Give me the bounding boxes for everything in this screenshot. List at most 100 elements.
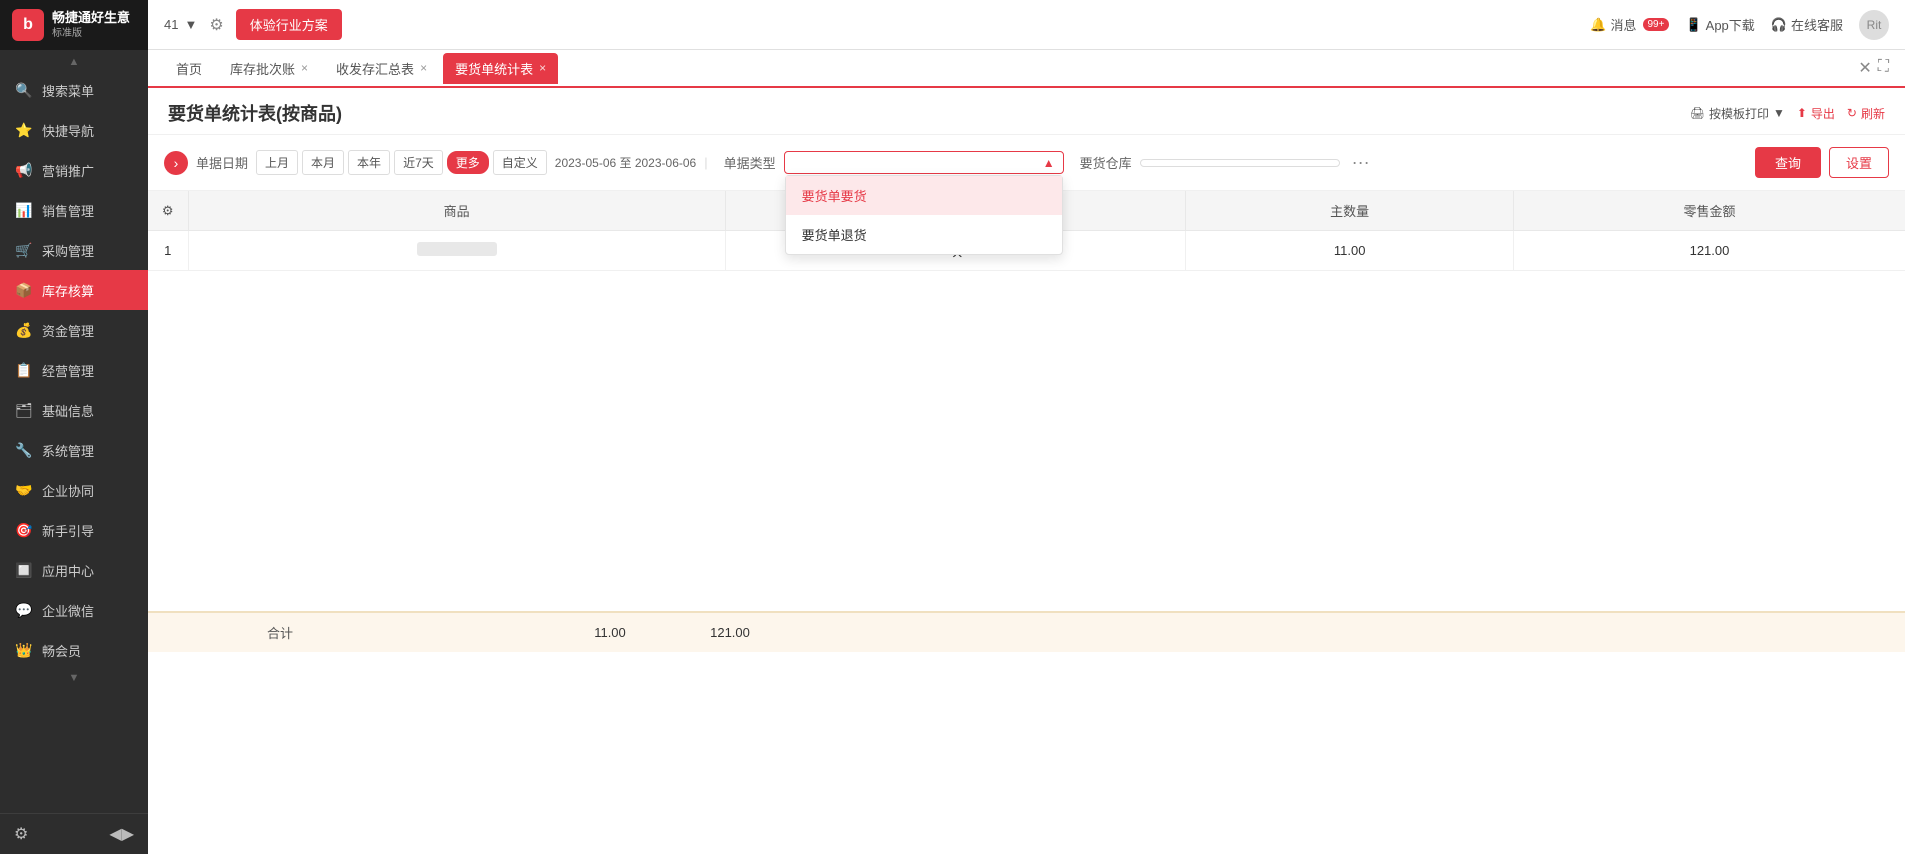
sidebar-item-guide[interactable]: 🎯 新手引导 <box>0 510 148 550</box>
scroll-up-btn[interactable]: ▲ <box>0 54 148 70</box>
scroll-down-btn[interactable]: ▼ <box>0 670 148 686</box>
star-icon: ⭐ <box>14 120 34 140</box>
money-icon: 💰 <box>14 320 34 340</box>
topbar-left: 41 ▼ ⚙ 体验行业方案 <box>164 9 342 40</box>
store-selector[interactable]: 41 ▼ <box>164 17 197 32</box>
tab-close-inventory-batch[interactable]: × <box>301 62 308 74</box>
date-btn-more[interactable]: 更多 <box>447 151 489 174</box>
sidebar-item-cooperation[interactable]: 🤝 企业协同 <box>0 470 148 510</box>
sidebar-item-sales[interactable]: 📊 销售管理 <box>0 190 148 230</box>
phone-icon: 📱 <box>1685 17 1701 33</box>
target-icon: 🎯 <box>14 520 34 540</box>
export-btn[interactable]: ⬆ 导出 <box>1797 105 1835 122</box>
bell-icon: 🔔 <box>1590 17 1606 33</box>
headset-icon: 🎧 <box>1771 17 1787 33</box>
messages-btn[interactable]: 🔔 消息 99+ <box>1590 15 1669 34</box>
filter-expand-btn[interactable]: › <box>164 151 188 175</box>
settings-icon[interactable]: ⚙ <box>14 824 28 844</box>
trial-button[interactable]: 体验行业方案 <box>236 9 342 40</box>
sidebar-item-apps[interactable]: 🔲 应用中心 <box>0 550 148 590</box>
tabs-bar: 首页 库存批次账 × 收发存汇总表 × 要货单统计表 × ✕ ⛶ <box>148 50 1905 88</box>
page-title: 要货单统计表(按商品) <box>168 100 342 126</box>
page-content: 要货单统计表(按商品) 🖨 按模板打印 ▼ ⬆ 导出 ↻ 刷新 <box>148 88 1905 854</box>
print-arrow-icon: ▼ <box>1773 106 1785 120</box>
filter-actions: 查询 设置 <box>1755 147 1889 178</box>
tab-collect-report[interactable]: 收发存汇总表 × <box>324 53 439 84</box>
search-icon: 🔍 <box>14 80 34 100</box>
sidebar-item-quick-nav[interactable]: ⭐ 快捷导航 <box>0 110 148 150</box>
print-btn[interactable]: 🖨 按模板打印 ▼ <box>1690 105 1785 122</box>
tab-home[interactable]: 首页 <box>164 53 214 84</box>
sidebar-item-member[interactable]: 👑 畅会员 <box>0 630 148 670</box>
printer-icon: 🖨 <box>1690 106 1705 120</box>
type-label: 单据类型 <box>724 153 776 172</box>
wrench-icon: 🔧 <box>14 440 34 460</box>
row-product <box>188 231 725 271</box>
date-btn-this-year[interactable]: 本年 <box>348 150 390 175</box>
sidebar-item-finance[interactable]: 💰 资金管理 <box>0 310 148 350</box>
query-button[interactable]: 查询 <box>1755 147 1821 178</box>
footer-label: 合计 <box>160 623 400 642</box>
sidebar-item-system[interactable]: 🔧 系统管理 <box>0 430 148 470</box>
date-btn-custom[interactable]: 自定义 <box>493 150 547 175</box>
sidebar-item-inventory[interactable]: 📦 库存核算 <box>0 270 148 310</box>
app-download-btn[interactable]: 📱 App下载 <box>1685 15 1754 34</box>
dropdown-item-order-return[interactable]: 要货单退货 <box>786 215 1062 254</box>
refresh-btn[interactable]: ↻ 刷新 <box>1847 105 1885 122</box>
sidebar: b 畅捷通好生意 标准版 ▲ 🔍 搜索菜单 ⭐ 快捷导航 📢 营销推广 📊 销售… <box>0 0 148 854</box>
main-content: 41 ▼ ⚙ 体验行业方案 🔔 消息 99+ 📱 App下载 🎧 在线客服 Ri… <box>148 0 1905 854</box>
row-amount: 121.00 <box>1513 231 1905 271</box>
date-range-text: 2023-05-06 至 2023-06-06 <box>555 154 696 171</box>
dropdown-item-order-goods[interactable]: 要货单要货 <box>786 176 1062 215</box>
warehouse-input[interactable] <box>1140 159 1340 167</box>
refresh-icon: ↻ <box>1847 106 1857 120</box>
tab-inventory-batch[interactable]: 库存批次账 × <box>218 53 320 84</box>
table-footer: 合计 11.00 121.00 <box>148 611 1905 652</box>
app-logo: b <box>12 9 44 41</box>
topbar: 41 ▼ ⚙ 体验行业方案 🔔 消息 99+ 📱 App下载 🎧 在线客服 Ri… <box>148 0 1905 50</box>
gear-icon[interactable]: ⚙ <box>209 15 223 35</box>
type-arrow-up-icon[interactable]: ▲ <box>1043 156 1055 170</box>
sidebar-item-operations[interactable]: 📋 经营管理 <box>0 350 148 390</box>
sidebar-item-purchase[interactable]: 🛒 采购管理 <box>0 230 148 270</box>
cart-icon: 🛒 <box>14 240 34 260</box>
footer-amount: 121.00 <box>680 625 780 640</box>
filter-more-btn[interactable]: ··· <box>1352 152 1370 173</box>
settings-button[interactable]: 设置 <box>1829 147 1889 178</box>
tab-order-report[interactable]: 要货单统计表 × <box>443 53 558 84</box>
fullscreen-icon[interactable]: ⛶ <box>1878 58 1889 78</box>
close-all-tabs-btn[interactable]: ✕ <box>1858 58 1871 78</box>
dropdown-arrow-icon: ▼ <box>184 17 197 32</box>
online-service-btn[interactable]: 🎧 在线客服 <box>1771 15 1843 34</box>
tab-close-order-report[interactable]: × <box>539 62 546 74</box>
filter-bar: › 单据日期 上月 本月 本年 近7天 更多 自定义 2023-05-06 至 … <box>148 135 1905 191</box>
row-quantity: 11.00 <box>1186 231 1514 271</box>
th-amount: 零售金额 <box>1513 191 1905 231</box>
tabs-actions: ✕ ⛶ <box>1858 58 1889 78</box>
box-icon: 📦 <box>14 280 34 300</box>
sidebar-item-marketing[interactable]: 📢 营销推广 <box>0 150 148 190</box>
clipboard-icon: 📋 <box>14 360 34 380</box>
type-input-wrapper: ▲ 要货单要货 要货单退货 <box>784 151 1064 174</box>
th-settings[interactable]: ⚙ <box>148 191 188 231</box>
crown-icon: 👑 <box>14 640 34 660</box>
sidebar-item-basic[interactable]: 🗂 基础信息 <box>0 390 148 430</box>
sidebar-item-search[interactable]: 🔍 搜索菜单 <box>0 70 148 110</box>
date-btn-7days[interactable]: 近7天 <box>394 150 443 175</box>
page-header: 要货单统计表(按商品) 🖨 按模板打印 ▼ ⬆ 导出 ↻ 刷新 <box>148 88 1905 135</box>
page-inner: 要货单统计表(按商品) 🖨 按模板打印 ▼ ⬆ 导出 ↻ 刷新 <box>148 88 1905 854</box>
folder-icon: 🗂 <box>14 400 34 420</box>
tab-close-collect-report[interactable]: × <box>420 62 427 74</box>
th-quantity: 主数量 <box>1186 191 1514 231</box>
warehouse-label: 要货仓库 <box>1080 153 1132 172</box>
date-group: 上月 本月 本年 近7天 更多 自定义 <box>256 150 547 175</box>
user-avatar[interactable]: Rit <box>1859 10 1889 40</box>
topbar-right: 🔔 消息 99+ 📱 App下载 🎧 在线客服 Rit <box>1590 10 1889 40</box>
date-btn-this-month[interactable]: 本月 <box>302 150 344 175</box>
date-btn-last-month[interactable]: 上月 <box>256 150 298 175</box>
sidebar-header: b 畅捷通好生意 标准版 <box>0 0 148 50</box>
type-input[interactable] <box>793 155 1043 170</box>
sidebar-item-wechat[interactable]: 💬 企业微信 <box>0 590 148 630</box>
collapse-icon[interactable]: ◀▶ <box>109 824 134 844</box>
export-icon: ⬆ <box>1797 106 1807 120</box>
